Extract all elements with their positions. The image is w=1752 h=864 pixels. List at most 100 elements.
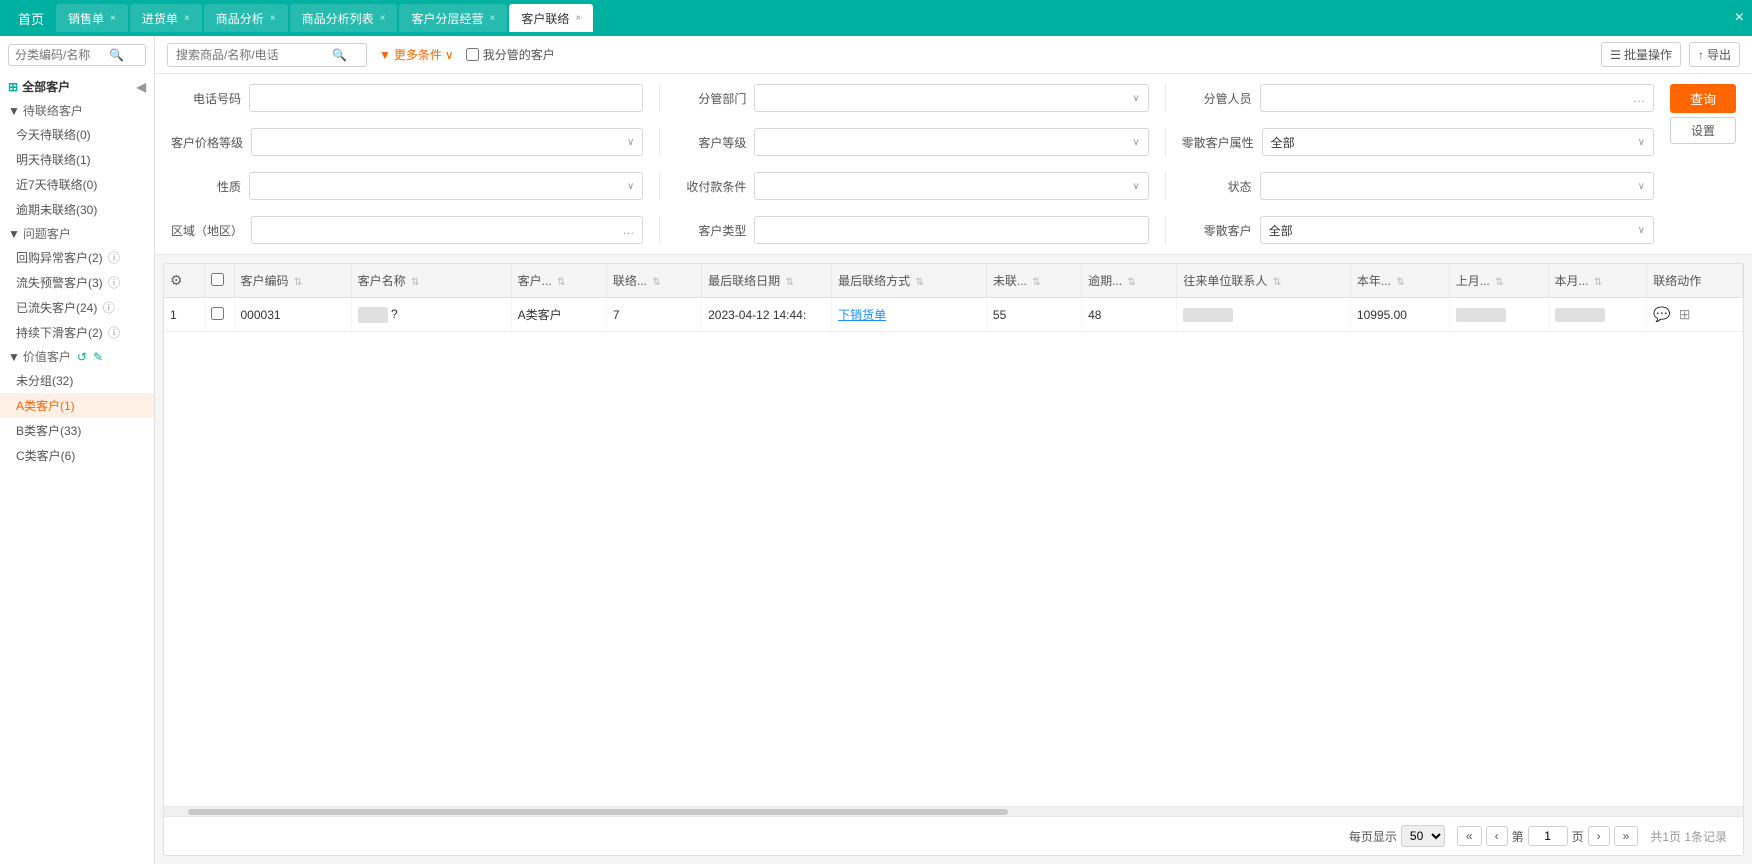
col-this-year-sort[interactable]: ⇅ (1396, 277, 1404, 288)
sidebar-item-tomorrow[interactable]: 明天待联络(1) (0, 147, 154, 172)
col-last-month-sort[interactable]: ⇅ (1495, 277, 1503, 288)
sidebar-item-churn-warning[interactable]: 流失预警客户(3) ⓘ (0, 270, 154, 295)
nav-tab-customer-layer[interactable]: 客户分层经营 × (399, 4, 507, 32)
row-checkbox[interactable] (211, 307, 224, 320)
cust-grade-select[interactable]: ∨ (754, 128, 1148, 156)
th-name: 客户名称 ⇅ (351, 264, 511, 298)
col-this-month-sort[interactable]: ⇅ (1594, 277, 1602, 288)
gear-icon[interactable]: ⚙ (170, 272, 183, 288)
batch-op-btn[interactable]: ☰ 批量操作 (1601, 42, 1681, 67)
first-page-btn[interactable]: « (1457, 826, 1482, 846)
filter-row-4: 区域（地区） … 客户类型 (171, 216, 1654, 244)
dept-select[interactable]: ∨ (754, 84, 1148, 112)
qr-icon[interactable]: ⊞ (1679, 306, 1691, 323)
filter-search-input[interactable] (176, 48, 326, 62)
nav-tab-analysis[interactable]: 商品分析 × (204, 4, 288, 32)
next-page-btn[interactable]: › (1588, 826, 1610, 846)
chevron-down-icon: ∨ (445, 48, 454, 62)
td-this-month (1548, 298, 1647, 332)
sidebar-item-today[interactable]: 今天待联络(0) (0, 122, 154, 147)
sidebar-item-churned[interactable]: 已流失客户(24) ⓘ (0, 295, 154, 320)
th-gear[interactable]: ⚙ (164, 264, 204, 298)
filter-cell-status: 状态 ∨ (1182, 172, 1654, 200)
phone-input[interactable] (249, 84, 643, 112)
sidebar-item-b-class[interactable]: B类客户(33) (0, 418, 154, 443)
nature-label: 性质 (171, 178, 241, 195)
triangle-icon: ▼ (8, 104, 20, 118)
nav-home[interactable]: 首页 (8, 9, 54, 28)
filter-divider-2 (1165, 84, 1166, 112)
col-this-year-label: 本年... (1357, 274, 1391, 288)
cust-type-select[interactable] (754, 216, 1148, 244)
status-select[interactable]: ∨ (1260, 172, 1654, 200)
close-customer-layer-tab[interactable]: × (489, 13, 495, 24)
prev-page-btn[interactable]: ‹ (1486, 826, 1508, 846)
close-analysis-tab[interactable]: × (270, 13, 276, 24)
col-name-sort[interactable]: ⇅ (411, 277, 419, 288)
price-grade-select[interactable]: ∨ (251, 128, 643, 156)
td-last-method[interactable]: 下销货单 (832, 298, 987, 332)
last-page-btn[interactable]: » (1614, 826, 1639, 846)
close-purchase-tab[interactable]: × (184, 13, 190, 24)
nav-tab-analysis-list[interactable]: 商品分析列表 × (290, 4, 398, 32)
table-scroll-thumb[interactable] (188, 809, 1008, 815)
table-scrollbar[interactable] (164, 806, 1743, 816)
manager-select[interactable]: … (1260, 84, 1654, 112)
region-dots: … (622, 223, 634, 237)
col-action-label: 联络动作 (1653, 274, 1701, 288)
nav-tab-customer-contact[interactable]: 客户联络 × (509, 4, 593, 32)
col-contact-sort[interactable]: ⇅ (652, 277, 660, 288)
col-last-date-sort[interactable]: ⇅ (785, 277, 793, 288)
chat-icon[interactable]: 💬 (1653, 306, 1670, 323)
payment-select[interactable]: ∨ (754, 172, 1148, 200)
col-type-sort[interactable]: ⇅ (557, 277, 565, 288)
sidebar-collapse-btn[interactable]: ◀ (137, 80, 146, 94)
nav-tab-purchase[interactable]: 进货单 × (130, 4, 202, 32)
export-btn[interactable]: ↑ 导出 (1689, 42, 1740, 67)
col-no-contact-sort[interactable]: ⇅ (1032, 277, 1040, 288)
retail-select[interactable]: 全部 ∨ (1260, 216, 1654, 244)
select-all-checkbox[interactable] (211, 273, 224, 286)
page-size-select[interactable]: 每页显示 50 (1349, 825, 1445, 847)
filter-search-box[interactable]: 🔍 (167, 43, 367, 67)
page-input[interactable] (1528, 826, 1568, 846)
td-overdue: 48 (1082, 298, 1177, 332)
my-customers-checkbox[interactable] (466, 48, 479, 61)
region-select[interactable]: … (251, 216, 643, 244)
cust-grade-label: 客户等级 (676, 134, 746, 151)
sidebar-item-unclassified[interactable]: 未分组(32) (0, 368, 154, 393)
col-company-sort[interactable]: ⇅ (1273, 277, 1281, 288)
sidebar-search-input[interactable] (15, 48, 105, 62)
sidebar-item-abnormal[interactable]: 回购异常客户(2) ⓘ (0, 245, 154, 270)
sidebar-item-declining[interactable]: 持续下滑客户(2) ⓘ (0, 320, 154, 345)
nav-tab-sales[interactable]: 销售单 × (56, 4, 128, 32)
query-button[interactable]: 查询 (1670, 84, 1736, 113)
close-window-button[interactable]: × (1735, 9, 1744, 27)
col-code-sort[interactable]: ⇅ (294, 277, 302, 288)
close-customer-contact-tab[interactable]: × (575, 13, 581, 24)
more-filters-btn[interactable]: ▼ 更多条件 ∨ (379, 46, 454, 63)
nature-select[interactable]: ∨ (249, 172, 643, 200)
last-month-placeholder (1456, 308, 1506, 322)
last-method-link[interactable]: 下销货单 (838, 308, 886, 322)
sidebar-item-a-class[interactable]: A类客户(1) (0, 393, 154, 418)
sidebar-search-box[interactable]: 🔍 (8, 44, 146, 66)
th-this-year: 本年... ⇅ (1350, 264, 1449, 298)
sidebar-item-overdue[interactable]: 逾期未联络(30) (0, 197, 154, 222)
close-analysis-list-tab[interactable]: × (380, 13, 386, 24)
sidebar-item-c-class[interactable]: C类客户(6) (0, 443, 154, 468)
retail-attr-select[interactable]: 全部 ∨ (1262, 128, 1654, 156)
col-last-method-sort[interactable]: ⇅ (915, 277, 923, 288)
dept-label: 分管部门 (676, 90, 746, 107)
status-chevron: ∨ (1638, 181, 1645, 192)
refresh-icon[interactable]: ↺ (77, 350, 87, 364)
setting-button[interactable]: 设置 (1670, 117, 1736, 144)
sidebar-item-7days[interactable]: 近7天待联络(0) (0, 172, 154, 197)
col-overdue-sort[interactable]: ⇅ (1127, 277, 1135, 288)
my-customers-filter[interactable]: 我分管的客户 (466, 46, 555, 63)
edit-icon[interactable]: ✎ (93, 350, 103, 364)
page-size-dropdown[interactable]: 50 (1401, 825, 1445, 847)
sidebar-all-customers[interactable]: ⊞ 全部客户 ◀ (0, 74, 154, 99)
td-company-contact (1177, 298, 1351, 332)
close-sales-tab[interactable]: × (110, 13, 116, 24)
